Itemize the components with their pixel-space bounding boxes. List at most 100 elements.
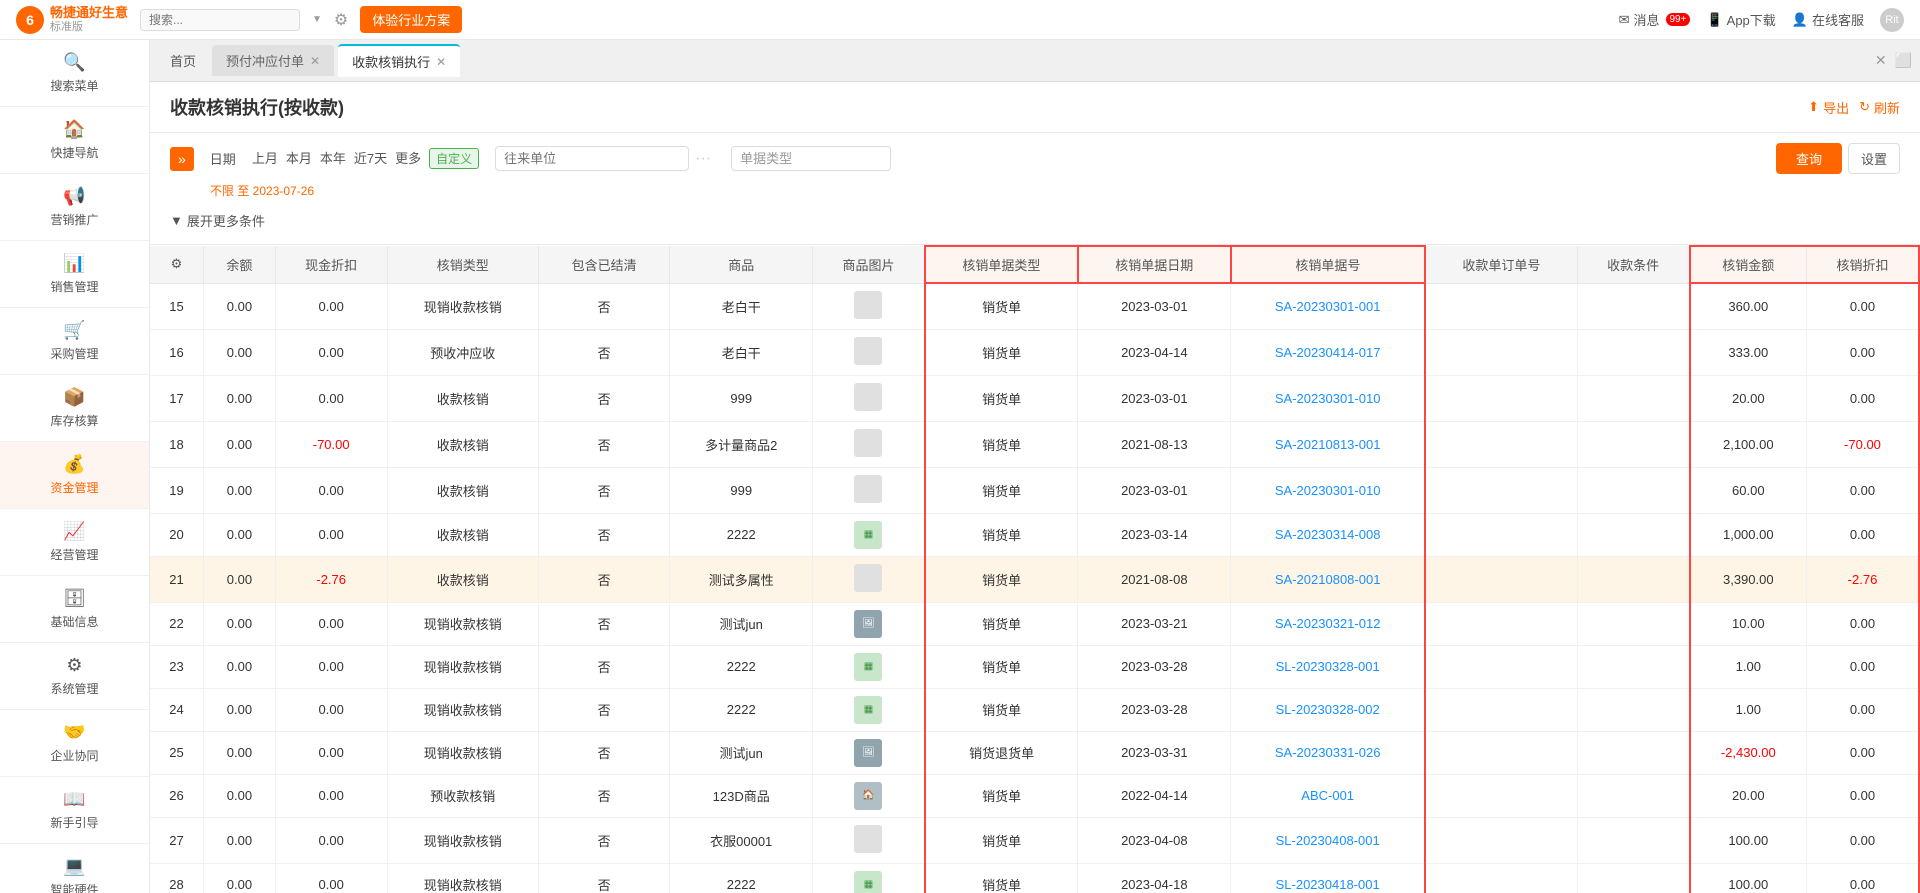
export-button[interactable]: ⬆ 导出 <box>1808 98 1849 117</box>
table-row: 21 0.00 -2.76 收款核销 否 测试多属性 销货单 2021-08-0… <box>150 556 1919 602</box>
cell-no: 19 <box>150 467 203 513</box>
partner-filter: ··· <box>495 146 711 171</box>
filter-bar: » 日期 上月 本月 本年 近7天 更多 自定义 ··· <box>150 133 1920 245</box>
col-gear[interactable]: ⚙ <box>150 246 203 283</box>
writeoff-bill-link[interactable]: SA-20230331-026 <box>1275 745 1381 760</box>
sidebar-item-inventory[interactable]: 📦 库存核算 <box>0 375 149 442</box>
cell-cash-discount: 0.00 <box>275 602 387 645</box>
online-service-button[interactable]: 👤 在线客服 <box>1792 10 1864 29</box>
cell-writeoff-bill-no[interactable]: SL-20230328-002 <box>1231 688 1425 731</box>
sidebar-item-guide[interactable]: 📖 新手引导 <box>0 777 149 844</box>
cell-receipt-condition <box>1577 421 1689 467</box>
receipt-type-select[interactable]: 单据类型 <box>731 146 891 171</box>
writeoff-bill-link[interactable]: SA-20230414-017 <box>1275 345 1381 360</box>
cell-type: 现销收款核销 <box>387 731 538 774</box>
partner-dots-icon[interactable]: ··· <box>695 150 711 168</box>
date-custom[interactable]: 自定义 <box>429 148 479 169</box>
industry-button[interactable]: 体验行业方案 <box>360 6 462 33</box>
tab-prepay-close-icon[interactable]: ✕ <box>310 54 320 68</box>
cell-receipt-condition <box>1577 602 1689 645</box>
sidebar-item-operations[interactable]: 📈 经营管理 <box>0 509 149 576</box>
sidebar-item-basic-info[interactable]: 🗄 基础信息 <box>0 576 149 643</box>
maximize-icon[interactable]: ⬜ <box>1895 52 1912 69</box>
app-download-button[interactable]: 📱 App下载 <box>1706 10 1775 29</box>
sidebar-item-system[interactable]: ⚙ 系统管理 <box>0 643 149 710</box>
cell-writeoff-bill-no[interactable]: ABC-001 <box>1231 774 1425 817</box>
cell-writeoff-bill-no[interactable]: SA-20230331-026 <box>1231 731 1425 774</box>
search-input[interactable] <box>140 9 300 31</box>
sidebar-label-sales: 销售管理 <box>50 278 98 295</box>
collapse-button[interactable]: » <box>170 147 194 171</box>
table-container[interactable]: ⚙ 余额 现金折扣 核销类型 包含已结清 商品 商品图片 核销单据类型 核销单据… <box>150 245 1920 893</box>
date-last-7[interactable]: 近7天 <box>354 148 387 169</box>
cell-writeoff-bill-date: 2023-04-14 <box>1078 329 1231 375</box>
cell-writeoff-bill-no[interactable]: SA-20230301-001 <box>1231 283 1425 329</box>
writeoff-bill-link[interactable]: SL-20230328-001 <box>1276 659 1380 674</box>
date-more[interactable]: 更多 <box>395 148 421 169</box>
inventory-icon: 📦 <box>63 387 85 408</box>
cell-writeoff-discount: 0.00 <box>1806 513 1919 556</box>
cell-writeoff-discount: 0.00 <box>1806 817 1919 863</box>
cell-cash-discount: 0.00 <box>275 817 387 863</box>
sidebar-item-search[interactable]: 🔍 搜索菜单 <box>0 40 149 107</box>
writeoff-bill-link[interactable]: SA-20210808-001 <box>1275 572 1381 587</box>
cell-writeoff-bill-no[interactable]: SA-20230321-012 <box>1231 602 1425 645</box>
sidebar-label-finance: 资金管理 <box>50 479 98 496</box>
writeoff-bill-link[interactable]: SL-20230418-001 <box>1276 877 1380 892</box>
cell-writeoff-bill-no[interactable]: SL-20230408-001 <box>1231 817 1425 863</box>
setting-button[interactable]: 设置 <box>1848 143 1900 174</box>
sidebar-item-quicknav[interactable]: 🏠 快捷导航 <box>0 107 149 174</box>
writeoff-bill-link[interactable]: SA-20230314-008 <box>1275 527 1381 542</box>
refresh-button[interactable]: ↻ 刷新 <box>1859 98 1900 117</box>
query-button[interactable]: 查询 <box>1776 143 1842 174</box>
writeoff-bill-link[interactable]: SL-20230408-001 <box>1276 833 1380 848</box>
cell-writeoff-bill-no[interactable]: SA-20210808-001 <box>1231 556 1425 602</box>
date-this-year[interactable]: 本年 <box>320 148 346 169</box>
cell-writeoff-bill-no[interactable]: SL-20230418-001 <box>1231 863 1425 893</box>
tab-writeoff[interactable]: 收款核销执行 ✕ <box>338 44 460 77</box>
cell-writeoff-discount: -2.76 <box>1806 556 1919 602</box>
date-last-month[interactable]: 上月 <box>252 148 278 169</box>
writeoff-bill-link[interactable]: SA-20230301-010 <box>1275 391 1381 406</box>
cell-cash-discount: 0.00 <box>275 329 387 375</box>
tab-writeoff-label: 收款核销执行 <box>352 52 430 71</box>
cell-writeoff-bill-no[interactable]: SA-20230301-010 <box>1231 467 1425 513</box>
cell-writeoff-bill-no[interactable]: SA-20230314-008 <box>1231 513 1425 556</box>
cell-writeoff-bill-no[interactable]: SA-20230301-010 <box>1231 375 1425 421</box>
sidebar-label-basic-info: 基础信息 <box>50 613 98 630</box>
close-window-icon[interactable]: ✕ <box>1875 52 1887 69</box>
sidebar-item-purchase[interactable]: 🛒 采购管理 <box>0 308 149 375</box>
cell-writeoff-bill-date: 2021-08-08 <box>1078 556 1231 602</box>
sidebar-item-marketing[interactable]: 📢 营销推广 <box>0 174 149 241</box>
sidebar-item-hardware[interactable]: 💻 智能硬件 <box>0 844 149 893</box>
writeoff-bill-link[interactable]: ABC-001 <box>1301 788 1354 803</box>
tab-writeoff-close-icon[interactable]: ✕ <box>436 55 446 69</box>
top-bar-right: ✉ 消息 99+ 📱 App下载 👤 在线客服 Rit <box>1619 8 1904 32</box>
cell-writeoff-bill-no[interactable]: SL-20230328-001 <box>1231 645 1425 688</box>
cell-writeoff-discount: 0.00 <box>1806 688 1919 731</box>
table-row: 24 0.00 0.00 现销收款核销 否 2222 ▦ 销货单 2023-03… <box>150 688 1919 731</box>
user-avatar[interactable]: Rit <box>1880 8 1904 32</box>
tab-prepay[interactable]: 预付冲应付单 ✕ <box>212 45 334 76</box>
guide-icon: 📖 <box>63 789 85 810</box>
expand-button[interactable]: ▼ 展开更多条件 <box>170 211 265 230</box>
sidebar: 🔍 搜索菜单 🏠 快捷导航 📢 营销推广 📊 销售管理 🛒 采购管理 📦 库存核… <box>0 40 150 893</box>
cell-writeoff-bill-no[interactable]: SA-20230414-017 <box>1231 329 1425 375</box>
settings-icon[interactable]: ⚙ <box>334 10 348 30</box>
writeoff-bill-link[interactable]: SA-20230321-012 <box>1275 616 1381 631</box>
writeoff-bill-link[interactable]: SA-20230301-001 <box>1275 299 1381 314</box>
sidebar-item-finance[interactable]: 💰 资金管理 <box>0 442 149 509</box>
partner-input[interactable] <box>495 146 689 171</box>
cell-writeoff-bill-no[interactable]: SA-20210813-001 <box>1231 421 1425 467</box>
tab-home[interactable]: 首页 <box>158 45 208 76</box>
writeoff-bill-link[interactable]: SA-20230301-010 <box>1275 483 1381 498</box>
writeoff-bill-link[interactable]: SL-20230328-002 <box>1276 702 1380 717</box>
writeoff-bill-link[interactable]: SA-20210813-001 <box>1275 437 1381 452</box>
date-this-month[interactable]: 本月 <box>286 148 312 169</box>
message-button[interactable]: ✉ 消息 99+ <box>1619 10 1691 29</box>
dropdown-arrow-icon[interactable]: ▼ <box>312 14 322 25</box>
cell-writeoff-amount: 1,000.00 <box>1690 513 1807 556</box>
cell-writeoff-amount: 1.00 <box>1690 688 1807 731</box>
sidebar-item-sales[interactable]: 📊 销售管理 <box>0 241 149 308</box>
sidebar-item-corp[interactable]: 🤝 企业协同 <box>0 710 149 777</box>
